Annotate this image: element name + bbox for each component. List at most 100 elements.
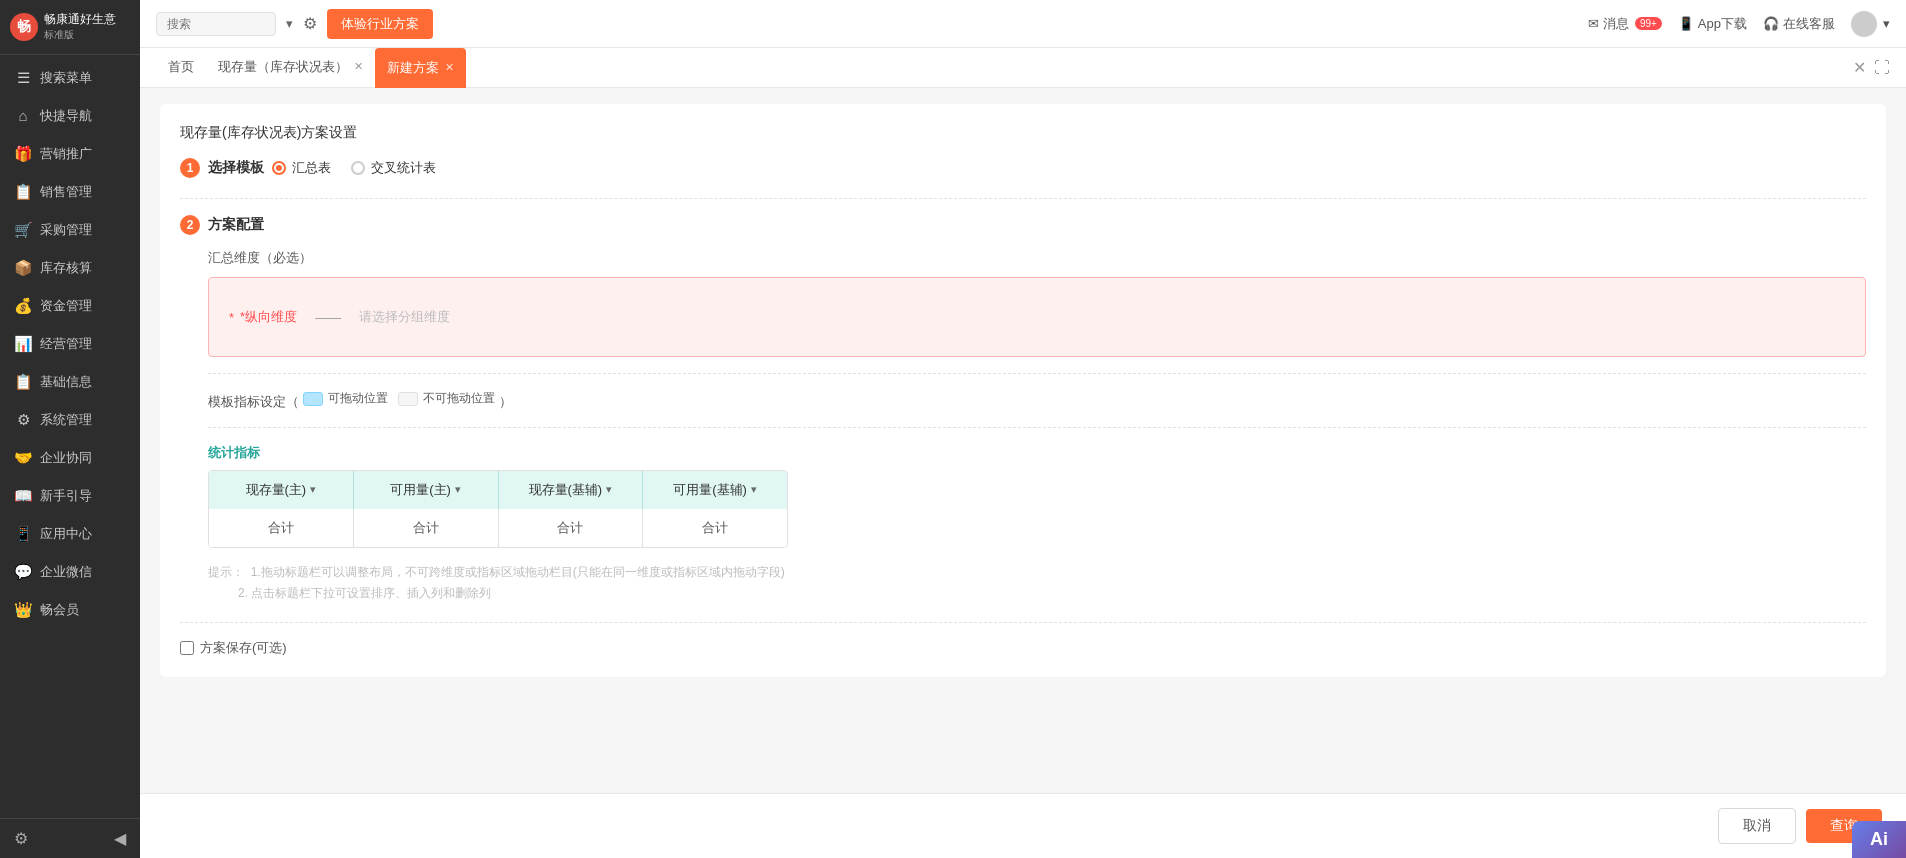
radio-cross-dot [351,161,365,175]
sidebar-item-cooperation[interactable]: 🤝 企业协同 [0,439,140,477]
settings-icon[interactable]: ⚙ [14,829,28,848]
stats-col2-header[interactable]: 可用量(主) ▾ [354,471,499,509]
cancel-button[interactable]: 取消 [1718,808,1796,844]
step-2-title: 方案配置 [208,216,264,234]
step-2-number: 2 [180,215,200,235]
finance-icon: 💰 [14,297,32,315]
app-download-button[interactable]: 📱 App下载 [1678,15,1747,33]
sidebar-item-label: 搜索菜单 [40,69,92,87]
purchase-icon: 🛒 [14,221,32,239]
non-draggable-box [398,392,418,406]
sidebar-item-label: 资金管理 [40,297,92,315]
step-2-content: 汇总维度（必选） * *纵向维度 —— 请选择分组维度 模板指标 [180,249,1866,602]
sidebar-item-system[interactable]: ⚙ 系统管理 [0,401,140,439]
step-1-header: 1 选择模板 汇总表 交叉统计表 [180,158,1866,178]
topbar-right: ✉ 消息 99+ 📱 App下载 🎧 在线客服 ▾ [1588,11,1890,37]
collapse-icon[interactable]: ◀ [114,829,126,848]
online-service-label: 在线客服 [1783,15,1835,33]
download-icon: 📱 [1678,16,1694,31]
required-star: * [229,310,234,325]
save-checkbox[interactable] [180,641,194,655]
app-logo: 畅 畅康通好生意 标准版 [0,0,140,55]
sidebar-item-label: 企业协同 [40,449,92,467]
step-1-block: 1 选择模板 汇总表 交叉统计表 [180,158,1866,178]
stats-col4-header[interactable]: 可用量(基辅) ▾ [643,471,787,509]
sidebar-item-label: 畅会员 [40,601,79,619]
sidebar-item-marketing[interactable]: 🎁 营销推广 [0,135,140,173]
inventory-icon: 📦 [14,259,32,277]
stats-table: 现存量(主) ▾ 可用量(主) ▾ 现存量(基辅) [208,470,788,548]
sidebar: 畅 畅康通好生意 标准版 ☰ 搜索菜单 ⌂ 快捷导航 🎁 营销推广 📋 销售管理… [0,0,140,858]
non-draggable-legend: 不可拖动位置 [398,390,495,407]
vertical-placeholder[interactable]: 请选择分组维度 [359,308,450,326]
sidebar-item-label: 经营管理 [40,335,92,353]
tab-home[interactable]: 首页 [156,48,206,88]
indicators-section: 模板指标设定（ 可拖动位置 不可拖动位置 ） [208,390,1866,602]
sidebar-item-basic-info[interactable]: 📋 基础信息 [0,363,140,401]
save-option-label: 方案保存(可选) [200,639,287,657]
service-icon: 🎧 [1763,16,1779,31]
search-input[interactable] [156,12,276,36]
radio-cross[interactable]: 交叉统计表 [351,159,436,177]
sidebar-item-sales[interactable]: 📋 销售管理 [0,173,140,211]
expand-window-icon[interactable]: ⛶ [1874,59,1890,77]
save-option: 方案保存(可选) [180,639,1866,657]
footer-divider [180,622,1866,623]
app-center-icon: 📱 [14,525,32,543]
marketing-icon: 🎁 [14,145,32,163]
tab-home-label: 首页 [168,58,194,76]
ai-badge[interactable]: Ai [1852,821,1906,858]
settings-panel: 现存量(库存状况表)方案设置 1 选择模板 汇总表 [160,104,1886,677]
sidebar-item-label: 营销推广 [40,145,92,163]
step-divider [180,198,1866,199]
radio-summary[interactable]: 汇总表 [272,159,331,177]
chevron-down-icon: ▾ [1883,16,1890,31]
draggable-box [303,392,323,406]
topbar: ▾ ⚙ 体验行业方案 ✉ 消息 99+ 📱 App下载 🎧 在线客服 ▾ [140,0,1906,48]
sidebar-item-member[interactable]: 👑 畅会员 [0,591,140,629]
sidebar-item-search-menu[interactable]: ☰ 搜索菜单 [0,59,140,97]
sidebar-item-new-guide[interactable]: 📖 新手引导 [0,477,140,515]
stats-col1-cell: 合计 [209,509,354,547]
stats-col1-header[interactable]: 现存量(主) ▾ [209,471,354,509]
sidebar-item-quick-nav[interactable]: ⌂ 快捷导航 [0,97,140,135]
indicators-divider [208,427,1866,428]
vertical-dimension-label: *纵向维度 [240,308,297,326]
tab-new-close-icon[interactable]: ✕ [445,61,454,74]
content-inner: 现存量(库存状况表)方案设置 1 选择模板 汇总表 [160,104,1886,747]
online-service-button[interactable]: 🎧 在线客服 [1763,15,1835,33]
tip-1: 提示： 1.拖动标题栏可以调整布局，不可跨维度或指标区域拖动栏目(只能在同一维度… [208,564,1866,581]
sales-icon: 📋 [14,183,32,201]
stats-table-header: 现存量(主) ▾ 可用量(主) ▾ 现存量(基辅) [209,471,787,509]
radio-summary-label: 汇总表 [292,159,331,177]
app-edition: 标准版 [44,28,116,42]
sidebar-item-finance[interactable]: 💰 资金管理 [0,287,140,325]
sidebar-item-operations[interactable]: 📊 经营管理 [0,325,140,363]
tip-2: 2. 点击标题栏下拉可设置排序、插入列和删除列 [208,585,1866,602]
app-name: 畅康通好生意 [44,12,116,28]
new-guide-icon: 📖 [14,487,32,505]
stats-table-body: 合计 合计 合计 合计 [209,509,787,547]
user-profile[interactable]: ▾ [1851,11,1890,37]
sidebar-item-label: 销售管理 [40,183,92,201]
message-button[interactable]: ✉ 消息 99+ [1588,15,1662,33]
close-window-icon[interactable]: ✕ [1853,58,1866,77]
sidebar-item-app-center[interactable]: 📱 应用中心 [0,515,140,553]
dropdown-arrow-icon[interactable]: ▾ [286,16,293,31]
tab-new-scheme[interactable]: 新建方案 ✕ [375,48,466,88]
sidebar-item-label: 基础信息 [40,373,92,391]
inner-divider [208,373,1866,374]
sidebar-item-purchase[interactable]: 🛒 采购管理 [0,211,140,249]
gear-icon[interactable]: ⚙ [303,14,317,33]
step-2-block: 2 方案配置 汇总维度（必选） * *纵向维度 —— 请选择分组维度 [180,215,1866,602]
col1-chevron-icon: ▾ [310,483,316,496]
sidebar-item-wechat[interactable]: 💬 企业微信 [0,553,140,591]
logo-icon: 畅 [10,13,38,41]
radio-summary-dot [272,161,286,175]
tab-inventory-close-icon[interactable]: ✕ [354,60,363,73]
industry-solution-button[interactable]: 体验行业方案 [327,9,433,39]
basic-info-icon: 📋 [14,373,32,391]
tab-inventory-status[interactable]: 现存量（库存状况表） ✕ [206,48,375,88]
sidebar-item-inventory[interactable]: 📦 库存核算 [0,249,140,287]
stats-col3-header[interactable]: 现存量(基辅) ▾ [499,471,644,509]
